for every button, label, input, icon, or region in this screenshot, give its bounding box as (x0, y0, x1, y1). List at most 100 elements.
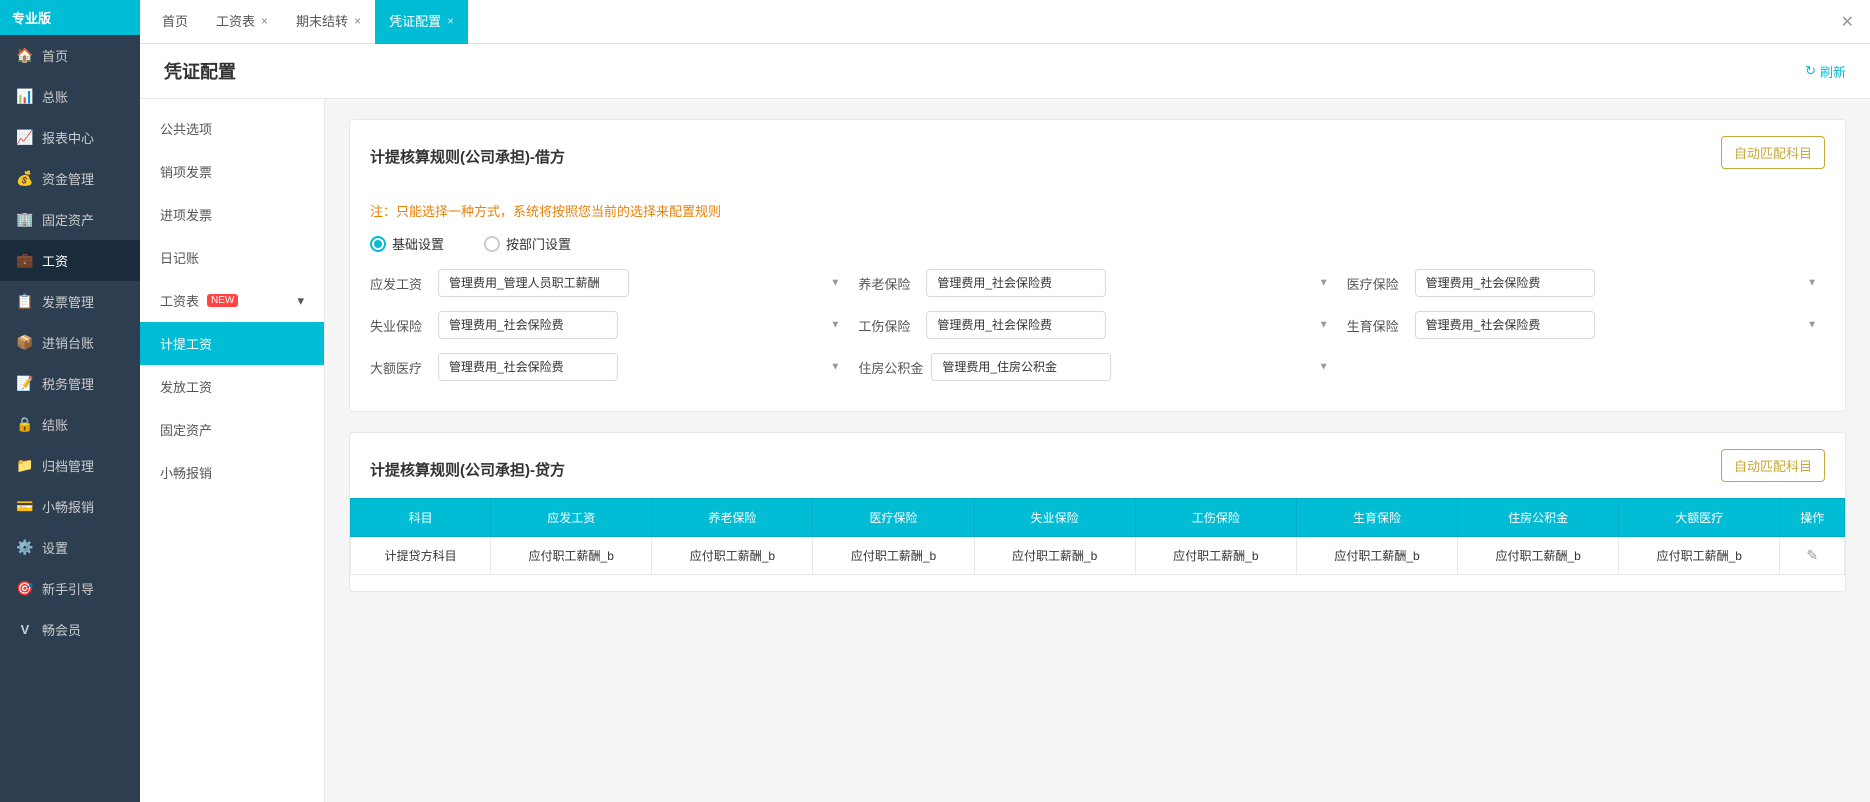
sidebar-item-tax[interactable]: 📝 税务管理 (0, 363, 140, 404)
debit-section-header-row: 计提核算规则(公司承担)-借方 自动匹配科目 (350, 120, 1845, 185)
sidebar-item-member[interactable]: V 畅会员 (0, 609, 140, 650)
nav-item-accrual-salary[interactable]: 计提工资 (140, 322, 324, 365)
cell-action[interactable]: ✎ (1780, 537, 1845, 575)
debit-warning-note: 注：只能选择一种方式，系统将按照您当前的选择来配置规则 (370, 201, 1825, 220)
invoices-icon: 📋 (16, 293, 34, 310)
tab-voucher-config-close[interactable]: × (447, 14, 454, 28)
sidebar-item-guide[interactable]: 🎯 新手引导 (0, 568, 140, 609)
radio-dept-setting[interactable]: 按部门设置 (484, 234, 571, 253)
sidebar-item-home[interactable]: 🏠 首页 (0, 35, 140, 76)
field-yingfa-gongzi: 应发工资 管理费用_管理人员职工薪酬 (370, 269, 848, 297)
nav-item-pay-salary-label: 发放工资 (160, 377, 212, 396)
sidebar-item-reports[interactable]: 📈 报表中心 (0, 117, 140, 158)
select-shiye-bx[interactable]: 管理费用_社会保险费 (438, 311, 618, 339)
select-wrapper-shiye: 管理费用_社会保险费 (438, 311, 848, 339)
tab-home-label: 首页 (162, 11, 188, 30)
sidebar-item-label: 新手引导 (42, 579, 94, 598)
debit-form-row-1: 应发工资 管理费用_管理人员职工薪酬 养老保险 管理费用 (370, 269, 1825, 297)
col-gongshang: 工伤保险 (1135, 499, 1296, 537)
sidebar-item-ledger[interactable]: 📊 总账 (0, 76, 140, 117)
nav-item-salary-table[interactable]: 工资表 NEW ▾ (140, 279, 324, 322)
cell-yingfa: 应付职工薪酬_b (491, 537, 652, 575)
select-yingfa-gongzi[interactable]: 管理费用_管理人员职工薪酬 (438, 269, 629, 297)
ledger-icon: 📊 (16, 88, 34, 105)
sidebar-item-assets[interactable]: 🏢 固定资产 (0, 199, 140, 240)
salary-icon: 💼 (16, 252, 34, 269)
reports-icon: 📈 (16, 129, 34, 146)
label-shengyu-bx: 生育保险 (1347, 316, 1407, 335)
tab-period-close[interactable]: 期末结转 × (282, 0, 375, 44)
guide-icon: 🎯 (16, 580, 34, 597)
credit-auto-match-button[interactable]: 自动匹配科目 (1721, 449, 1825, 482)
refresh-button[interactable]: ↻ 刷新 (1805, 62, 1846, 81)
stock-icon: 📦 (16, 334, 34, 351)
tab-period-close-close[interactable]: × (354, 14, 361, 28)
select-daeyiliao[interactable]: 管理费用_社会保险费 (438, 353, 618, 381)
sidebar-item-closing[interactable]: 🔒 结账 (0, 404, 140, 445)
select-wrapper-shengyu: 管理费用_社会保险费 (1415, 311, 1825, 339)
select-gongjijin[interactable]: 管理费用_住房公积金 (931, 353, 1111, 381)
sidebar-item-settings[interactable]: ⚙️ 设置 (0, 527, 140, 568)
sidebar-item-salary[interactable]: 💼 工资 (0, 240, 140, 281)
debit-section: 计提核算规则(公司承担)-借方 自动匹配科目 注：只能选择一种方式，系统将按照您… (349, 119, 1846, 412)
nav-item-public[interactable]: 公共选项 (140, 107, 324, 150)
select-yiliao-bx[interactable]: 管理费用_社会保险费 (1415, 269, 1595, 297)
funds-icon: 💰 (16, 170, 34, 187)
nav-item-purchase-invoice[interactable]: 进项发票 (140, 193, 324, 236)
home-icon: 🏠 (16, 47, 34, 64)
nav-item-xiaochang[interactable]: 小畅报销 (140, 451, 324, 494)
nav-item-journal[interactable]: 日记账 (140, 236, 324, 279)
field-gongjijin: 住房公积金 管理费用_住房公积金 (858, 353, 1336, 381)
sidebar-item-archive[interactable]: 📁 归档管理 (0, 445, 140, 486)
select-yanglao-bx[interactable]: 管理费用_社会保险费 (926, 269, 1106, 297)
nav-item-accrual-salary-label: 计提工资 (160, 334, 212, 353)
sidebar-item-label: 首页 (42, 46, 68, 65)
credit-table-wrapper: 科目 应发工资 养老保险 医疗保险 失业保险 工伤保险 生育保险 住房公积金 大… (350, 498, 1845, 591)
sidebar-item-funds[interactable]: 💰 资金管理 (0, 158, 140, 199)
tab-salary-table-close[interactable]: × (261, 14, 268, 28)
select-shengyu-bx[interactable]: 管理费用_社会保险费 (1415, 311, 1595, 339)
nav-item-sales-invoice[interactable]: 销项发票 (140, 150, 324, 193)
sidebar-item-label: 进销台账 (42, 333, 94, 352)
sidebar-item-expense[interactable]: 💳 小畅报销 (0, 486, 140, 527)
sidebar-item-label: 资金管理 (42, 169, 94, 188)
col-action: 操作 (1780, 499, 1845, 537)
credit-section: 计提核算规则(公司承担)-贷方 自动匹配科目 科目 应发工资 养老保险 医疗保险… (349, 432, 1846, 592)
field-yiliao-bx: 医疗保险 管理费用_社会保险费 (1347, 269, 1825, 297)
radio-basic-setting[interactable]: 基础设置 (370, 234, 444, 253)
archive-icon: 📁 (16, 457, 34, 474)
nav-item-xiaochang-label: 小畅报销 (160, 463, 212, 482)
col-subject: 科目 (351, 499, 491, 537)
nav-item-journal-label: 日记账 (160, 248, 199, 267)
col-gongjijin: 住房公积金 (1458, 499, 1619, 537)
sidebar-header: 专业版 (0, 0, 140, 35)
radio-basic-circle (370, 236, 386, 252)
tab-voucher-config[interactable]: 凭证配置 × (375, 0, 468, 44)
credit-section-title: 计提核算规则(公司承担)-贷方 (370, 459, 565, 480)
assets-icon: 🏢 (16, 211, 34, 228)
page-title: 凭证配置 (164, 58, 236, 84)
edit-icon[interactable]: ✎ (1806, 547, 1818, 563)
label-daeyiliao: 大额医疗 (370, 358, 430, 377)
field-gongshang-bx: 工伤保险 管理费用_社会保险费 (858, 311, 1336, 339)
col-yingfa: 应发工资 (491, 499, 652, 537)
sidebar-item-stock[interactable]: 📦 进销台账 (0, 322, 140, 363)
nav-item-pay-salary[interactable]: 发放工资 (140, 365, 324, 408)
tab-home[interactable]: 首页 (148, 0, 202, 44)
select-wrapper-yingfa: 管理费用_管理人员职工薪酬 (438, 269, 848, 297)
tab-salary-table[interactable]: 工资表 × (202, 0, 282, 44)
field-shiye-bx: 失业保险 管理费用_社会保险费 (370, 311, 848, 339)
radio-basic-label: 基础设置 (392, 234, 444, 253)
label-gongshang-bx: 工伤保险 (858, 316, 918, 335)
select-gongshang-bx[interactable]: 管理费用_社会保险费 (926, 311, 1106, 339)
nav-item-fixed-assets[interactable]: 固定资产 (140, 408, 324, 451)
debit-auto-match-button[interactable]: 自动匹配科目 (1721, 136, 1825, 169)
cell-shiye: 应付职工薪酬_b (974, 537, 1135, 575)
window-close-button[interactable]: ✕ (1833, 12, 1862, 32)
label-shiye-bx: 失业保险 (370, 316, 430, 335)
sidebar-item-invoices[interactable]: 📋 发票管理 (0, 281, 140, 322)
closing-icon: 🔒 (16, 416, 34, 433)
select-wrapper-yanglao: 管理费用_社会保险费 (926, 269, 1336, 297)
cell-gongshang: 应付职工薪酬_b (1135, 537, 1296, 575)
sidebar-item-label: 发票管理 (42, 292, 94, 311)
